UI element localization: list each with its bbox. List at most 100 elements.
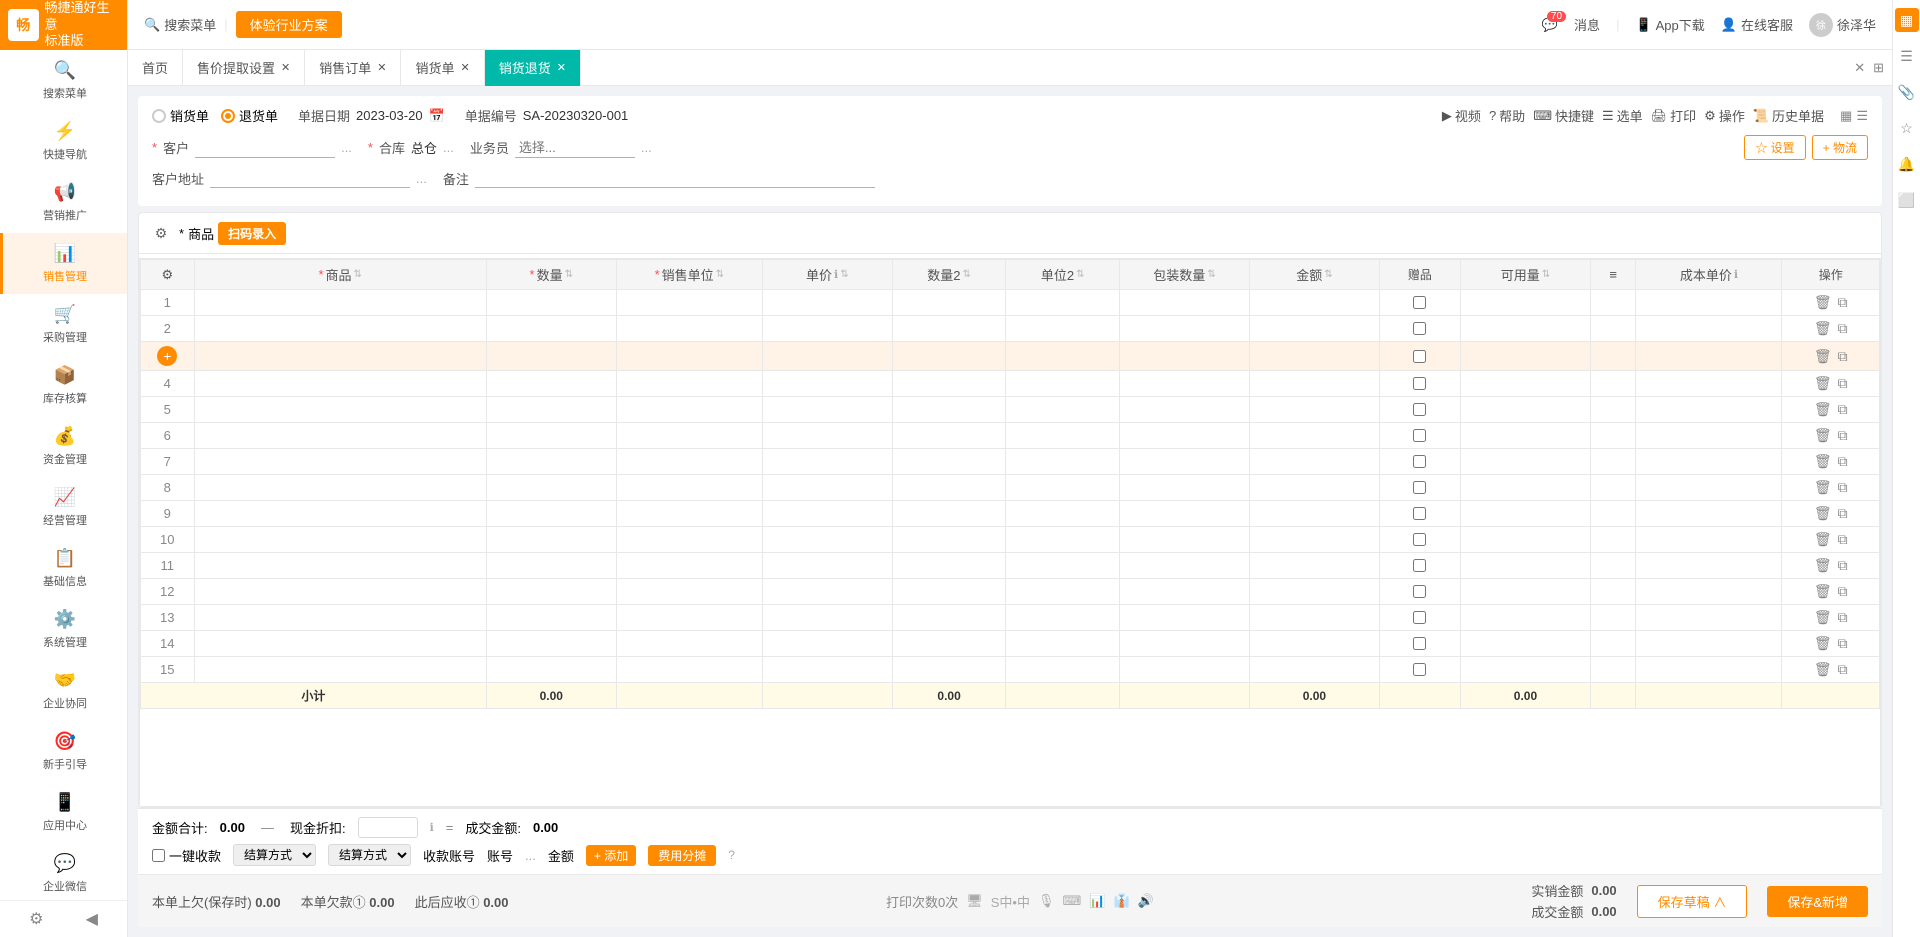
- row-qty-cell[interactable]: [486, 475, 616, 501]
- delete-row-icon[interactable]: 🗑: [1814, 294, 1832, 311]
- address-input[interactable]: [210, 168, 410, 188]
- gift-checkbox[interactable]: [1413, 507, 1426, 520]
- row-cost-unit-cell[interactable]: [1636, 371, 1782, 397]
- row-amount-cell[interactable]: [1249, 501, 1379, 527]
- row-qty2-cell[interactable]: [892, 475, 1006, 501]
- row-amount-cell[interactable]: [1249, 579, 1379, 605]
- maximize-icon[interactable]: ⊞: [1873, 60, 1884, 76]
- list-view-icon[interactable]: ☰: [1856, 108, 1868, 124]
- tabs-close-all[interactable]: ✕ ⊞: [1854, 60, 1892, 76]
- copy-row-icon[interactable]: ⧉: [1838, 531, 1848, 548]
- gift-checkbox[interactable]: [1413, 403, 1426, 416]
- row-pack-qty-cell[interactable]: [1120, 553, 1250, 579]
- column-settings-icon[interactable]: ⚙: [147, 219, 175, 247]
- delete-row-icon[interactable]: 🗑: [1814, 531, 1832, 548]
- action-operation-btn[interactable]: ⚙操作: [1704, 106, 1745, 125]
- delete-row-icon[interactable]: 🗑: [1814, 375, 1832, 392]
- row-available-cell[interactable]: [1461, 449, 1591, 475]
- row-product-cell[interactable]: [194, 371, 486, 397]
- save-new-btn[interactable]: 保存&新增: [1767, 886, 1868, 917]
- action-video-btn[interactable]: ▶视频: [1442, 106, 1481, 125]
- row-amount-cell[interactable]: [1249, 631, 1379, 657]
- sort-amount-icon[interactable]: ⇅: [1324, 269, 1332, 280]
- copy-row-icon[interactable]: ⧉: [1838, 609, 1848, 626]
- remark-input[interactable]: [475, 168, 875, 188]
- unit-price-info-icon[interactable]: ℹ: [834, 268, 838, 281]
- row-pack-qty-cell[interactable]: [1120, 501, 1250, 527]
- settings-btn[interactable]: ☆ 设置: [1744, 135, 1805, 160]
- row-sales-unit-cell[interactable]: [616, 657, 762, 683]
- sidebar-item-enterprise[interactable]: 🤝 企业协同: [0, 660, 127, 721]
- one-key-collect-checkbox[interactable]: [152, 849, 165, 862]
- row-gift-cell[interactable]: [1379, 501, 1460, 527]
- copy-row-icon[interactable]: ⧉: [1838, 583, 1848, 600]
- copy-row-icon[interactable]: ⧉: [1838, 635, 1848, 652]
- sort-unit-icon[interactable]: ⇅: [716, 269, 724, 280]
- sidebar-item-marketing[interactable]: 📢 营销推广: [0, 172, 127, 233]
- row-unit-price-cell[interactable]: [762, 290, 892, 316]
- row-gift-cell[interactable]: [1379, 316, 1460, 342]
- right-icon-r3[interactable]: 📎: [1895, 80, 1919, 104]
- row-unit-price-cell[interactable]: [762, 397, 892, 423]
- row-pack-qty-cell[interactable]: [1120, 449, 1250, 475]
- row-qty-cell[interactable]: [486, 316, 616, 342]
- row-qty2-cell[interactable]: [892, 342, 1006, 371]
- row-qty-cell[interactable]: [486, 290, 616, 316]
- row-amount-cell[interactable]: [1249, 475, 1379, 501]
- salesperson-dots[interactable]: ...: [641, 140, 652, 155]
- scan-btn[interactable]: 扫码录入: [218, 222, 286, 245]
- copy-row-icon[interactable]: ⧉: [1838, 401, 1848, 418]
- row-product-cell[interactable]: [194, 449, 486, 475]
- row-unit-price-cell[interactable]: [762, 501, 892, 527]
- gift-checkbox[interactable]: [1413, 663, 1426, 676]
- row-qty2-cell[interactable]: [892, 527, 1006, 553]
- row-unit-price-cell[interactable]: [762, 631, 892, 657]
- row-qty-cell[interactable]: [486, 657, 616, 683]
- delete-row-icon[interactable]: 🗑: [1814, 401, 1832, 418]
- close-all-icon[interactable]: ✕: [1854, 60, 1865, 76]
- row-unit2-cell[interactable]: [1006, 475, 1120, 501]
- delete-row-icon[interactable]: 🗑: [1814, 635, 1832, 652]
- salesperson-input[interactable]: [515, 138, 635, 158]
- row-available-cell[interactable]: [1461, 342, 1591, 371]
- copy-row-icon[interactable]: ⧉: [1838, 348, 1848, 365]
- row-unit-price-cell[interactable]: [762, 657, 892, 683]
- col-settings-icon[interactable]: ⚙: [161, 267, 173, 283]
- row-gift-cell[interactable]: [1379, 605, 1460, 631]
- delete-row-icon[interactable]: 🗑: [1814, 583, 1832, 600]
- row-available-cell[interactable]: [1461, 579, 1591, 605]
- row-qty2-cell[interactable]: [892, 290, 1006, 316]
- row-amount-cell[interactable]: [1249, 397, 1379, 423]
- row-amount-cell[interactable]: [1249, 316, 1379, 342]
- row-unit-price-cell[interactable]: [762, 475, 892, 501]
- sidebar-collapse-icon[interactable]: ◀: [86, 909, 98, 929]
- row-cost-unit-cell[interactable]: [1636, 397, 1782, 423]
- row-unit2-cell[interactable]: [1006, 605, 1120, 631]
- row-qty-cell[interactable]: [486, 605, 616, 631]
- row-product-cell[interactable]: [194, 657, 486, 683]
- cost-price-info-icon[interactable]: ℹ: [1734, 268, 1738, 281]
- row-product-cell[interactable]: [194, 290, 486, 316]
- row-unit2-cell[interactable]: [1006, 449, 1120, 475]
- sidebar-item-basic[interactable]: 📋 基础信息: [0, 538, 127, 599]
- row-amount-cell[interactable]: [1249, 290, 1379, 316]
- tab-sales-order-close[interactable]: ✕: [377, 61, 386, 74]
- row-qty-cell[interactable]: [486, 527, 616, 553]
- row-qty-cell[interactable]: [486, 579, 616, 605]
- col-toggle-icon[interactable]: ≡: [1609, 267, 1617, 282]
- online-service-btn[interactable]: 👤 在线客服: [1721, 15, 1793, 34]
- row-unit2-cell[interactable]: [1006, 657, 1120, 683]
- row-unit2-cell[interactable]: [1006, 316, 1120, 342]
- tab-price-settings[interactable]: 售价提取设置✕: [183, 50, 305, 86]
- copy-row-icon[interactable]: ⧉: [1838, 320, 1848, 337]
- sidebar-item-operation[interactable]: 📈 经营管理: [0, 477, 127, 538]
- row-unit-price-cell[interactable]: [762, 553, 892, 579]
- copy-row-icon[interactable]: ⧉: [1838, 557, 1848, 574]
- copy-row-icon[interactable]: ⧉: [1838, 453, 1848, 470]
- gift-checkbox[interactable]: [1413, 455, 1426, 468]
- row-qty2-cell[interactable]: [892, 605, 1006, 631]
- gift-checkbox[interactable]: [1413, 533, 1426, 546]
- right-icon-r2[interactable]: ☰: [1895, 44, 1919, 68]
- row-cost-unit-cell[interactable]: [1636, 475, 1782, 501]
- sort-pack-icon[interactable]: ⇅: [1207, 269, 1215, 280]
